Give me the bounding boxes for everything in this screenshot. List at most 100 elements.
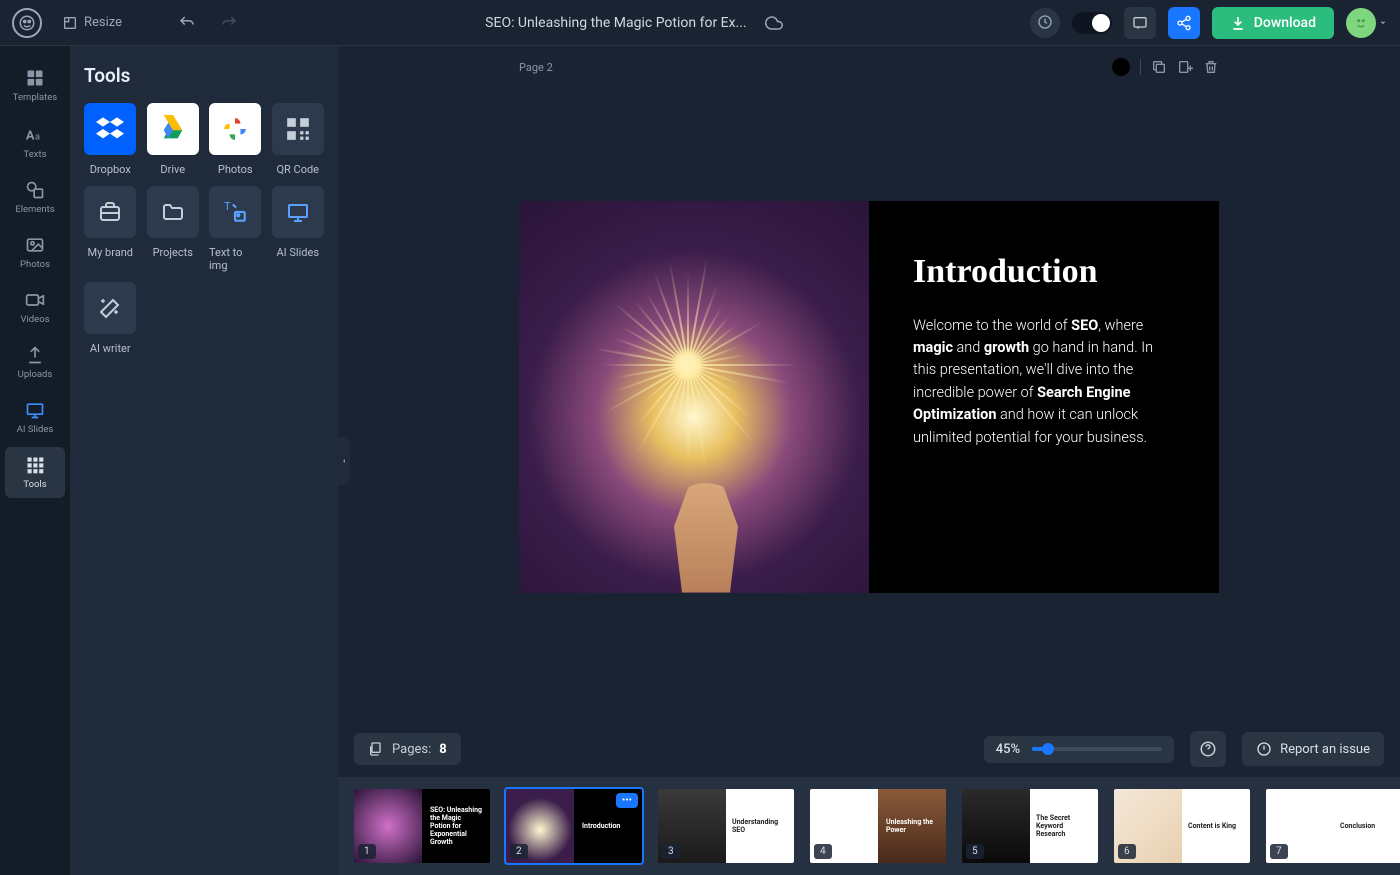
thumbnail-menu-button[interactable]: ••• bbox=[616, 793, 638, 808]
pages-button[interactable]: Pages: 8 bbox=[354, 733, 461, 765]
drive-icon bbox=[159, 115, 187, 143]
rail-label: Templates bbox=[13, 92, 57, 103]
svg-text:a: a bbox=[35, 133, 40, 143]
comment-button[interactable] bbox=[1124, 7, 1156, 39]
slide-body[interactable]: Welcome to the world of SEO, where magic… bbox=[913, 315, 1175, 450]
thumbnail-7[interactable]: Conclusion 7 bbox=[1264, 787, 1400, 865]
tool-qrcode[interactable]: QR Code bbox=[272, 103, 325, 176]
tools-icon bbox=[25, 455, 45, 475]
zoom-label[interactable]: 45% bbox=[996, 742, 1020, 757]
download-icon bbox=[1230, 15, 1246, 31]
redo-button[interactable] bbox=[214, 8, 244, 38]
tool-my-brand[interactable]: My brand bbox=[84, 186, 137, 272]
rail-templates[interactable]: Templates bbox=[5, 60, 65, 111]
rail-uploads[interactable]: Uploads bbox=[5, 337, 65, 388]
tool-ai-slides[interactable]: AI Slides bbox=[272, 186, 325, 272]
thumbnail-number: 4 bbox=[814, 844, 832, 859]
slide-image[interactable] bbox=[519, 201, 869, 593]
zoom-control: 45% bbox=[984, 736, 1174, 763]
thumbnail-strip[interactable]: SEO: Unleashing the Magic Potion for Exp… bbox=[338, 777, 1400, 875]
canvas-area: Page 2 bbox=[338, 46, 1400, 875]
thumbnail-6[interactable]: Content is King 6 bbox=[1112, 787, 1252, 865]
tool-label: Photos bbox=[218, 163, 253, 176]
add-page-button[interactable] bbox=[1177, 59, 1193, 75]
texts-icon: Aa bbox=[24, 123, 46, 145]
tool-dropbox[interactable]: Dropbox bbox=[84, 103, 137, 176]
avatar bbox=[1346, 8, 1376, 38]
topbar: Resize SEO: Unleashing the Magic Potion … bbox=[0, 0, 1400, 46]
resize-label: Resize bbox=[84, 15, 122, 30]
slide[interactable]: Introduction Welcome to the world of SEO… bbox=[519, 201, 1219, 593]
thumbnail-number: 6 bbox=[1118, 844, 1136, 859]
report-issue-button[interactable]: Report an issue bbox=[1242, 732, 1384, 766]
cloud-sync-icon[interactable] bbox=[759, 8, 789, 38]
thumbnail-number: 3 bbox=[662, 844, 680, 859]
tool-label: AI Slides bbox=[277, 246, 320, 259]
svg-text:A: A bbox=[26, 129, 35, 144]
zoom-slider[interactable] bbox=[1032, 747, 1162, 751]
thumbnail-3[interactable]: Understanding SEO 3 bbox=[656, 787, 796, 865]
thumbnail-2[interactable]: Introduction 2 ••• bbox=[504, 787, 644, 865]
download-button[interactable]: Download bbox=[1212, 7, 1334, 39]
tool-label: Projects bbox=[153, 246, 193, 259]
rail-label: Photos bbox=[20, 259, 50, 270]
download-label: Download bbox=[1254, 15, 1316, 31]
slide-text-area[interactable]: Introduction Welcome to the world of SEO… bbox=[869, 201, 1219, 593]
thumbnail-4[interactable]: Unleashing the Power 4 bbox=[808, 787, 948, 865]
thumbnail-5[interactable]: The Secret Keyword Research 5 bbox=[960, 787, 1100, 865]
tool-photos[interactable]: Photos bbox=[209, 103, 262, 176]
tool-ai-writer[interactable]: AI writer bbox=[84, 282, 137, 355]
photos-icon bbox=[25, 235, 45, 255]
slide-heading[interactable]: Introduction bbox=[913, 253, 1175, 291]
ai-slides-tool-icon bbox=[286, 200, 310, 224]
pages-label: Pages: bbox=[392, 742, 431, 757]
thumbnail-number: 2 bbox=[510, 844, 528, 859]
tool-label: AI writer bbox=[90, 342, 131, 355]
rail-label: Elements bbox=[15, 204, 54, 215]
tool-projects[interactable]: Projects bbox=[147, 186, 200, 272]
app-logo[interactable] bbox=[12, 8, 42, 38]
thumbnail-1[interactable]: SEO: Unleashing the Magic Potion for Exp… bbox=[352, 787, 492, 865]
pages-count: 8 bbox=[439, 742, 446, 757]
page-label: Page 2 bbox=[519, 61, 553, 74]
tool-drive[interactable]: Drive bbox=[147, 103, 200, 176]
account-menu[interactable] bbox=[1346, 8, 1388, 38]
videos-icon bbox=[25, 290, 45, 310]
rail-tools[interactable]: Tools bbox=[5, 447, 65, 498]
page-color-swatch[interactable] bbox=[1112, 58, 1130, 76]
rail-label: AI Slides bbox=[17, 424, 54, 435]
comment-icon bbox=[1132, 15, 1148, 31]
rail-videos[interactable]: Videos bbox=[5, 282, 65, 333]
magic-wand-icon bbox=[98, 296, 122, 320]
share-icon bbox=[1176, 15, 1192, 31]
elements-icon bbox=[25, 180, 45, 200]
rail-label: Videos bbox=[20, 314, 49, 325]
tools-panel: Tools Dropbox Drive Photos QR Code bbox=[70, 46, 338, 875]
rail-elements[interactable]: Elements bbox=[5, 172, 65, 223]
history-icon[interactable] bbox=[1030, 8, 1060, 38]
tool-label: QR Code bbox=[276, 163, 319, 176]
google-photos-icon bbox=[222, 116, 248, 142]
rail-texts[interactable]: Aa Texts bbox=[5, 115, 65, 168]
thumbnail-number: 5 bbox=[966, 844, 984, 859]
resize-button[interactable]: Resize bbox=[54, 9, 130, 37]
delete-page-button[interactable] bbox=[1203, 59, 1219, 75]
theme-toggle[interactable] bbox=[1072, 12, 1112, 34]
share-button[interactable] bbox=[1168, 7, 1200, 39]
panel-title: Tools bbox=[84, 64, 324, 87]
tool-text-to-img[interactable]: T Text to img bbox=[209, 186, 262, 272]
duplicate-page-button[interactable] bbox=[1151, 59, 1167, 75]
thumbnail-number: 7 bbox=[1270, 844, 1288, 859]
rail-label: Texts bbox=[24, 149, 47, 160]
rail-photos[interactable]: Photos bbox=[5, 227, 65, 278]
document-title[interactable]: SEO: Unleashing the Magic Potion for Ex.… bbox=[485, 15, 746, 31]
dropbox-icon bbox=[96, 115, 124, 143]
chevron-down-icon bbox=[1378, 18, 1388, 28]
alert-icon bbox=[1256, 741, 1272, 757]
left-rail: Templates Aa Texts Elements Photos Video… bbox=[0, 46, 70, 875]
bottom-bar: Pages: 8 45% Report an issue bbox=[338, 721, 1400, 777]
rail-ai-slides[interactable]: AI Slides bbox=[5, 392, 65, 443]
undo-button[interactable] bbox=[172, 8, 202, 38]
help-button[interactable] bbox=[1190, 731, 1226, 767]
folder-icon bbox=[161, 200, 185, 224]
